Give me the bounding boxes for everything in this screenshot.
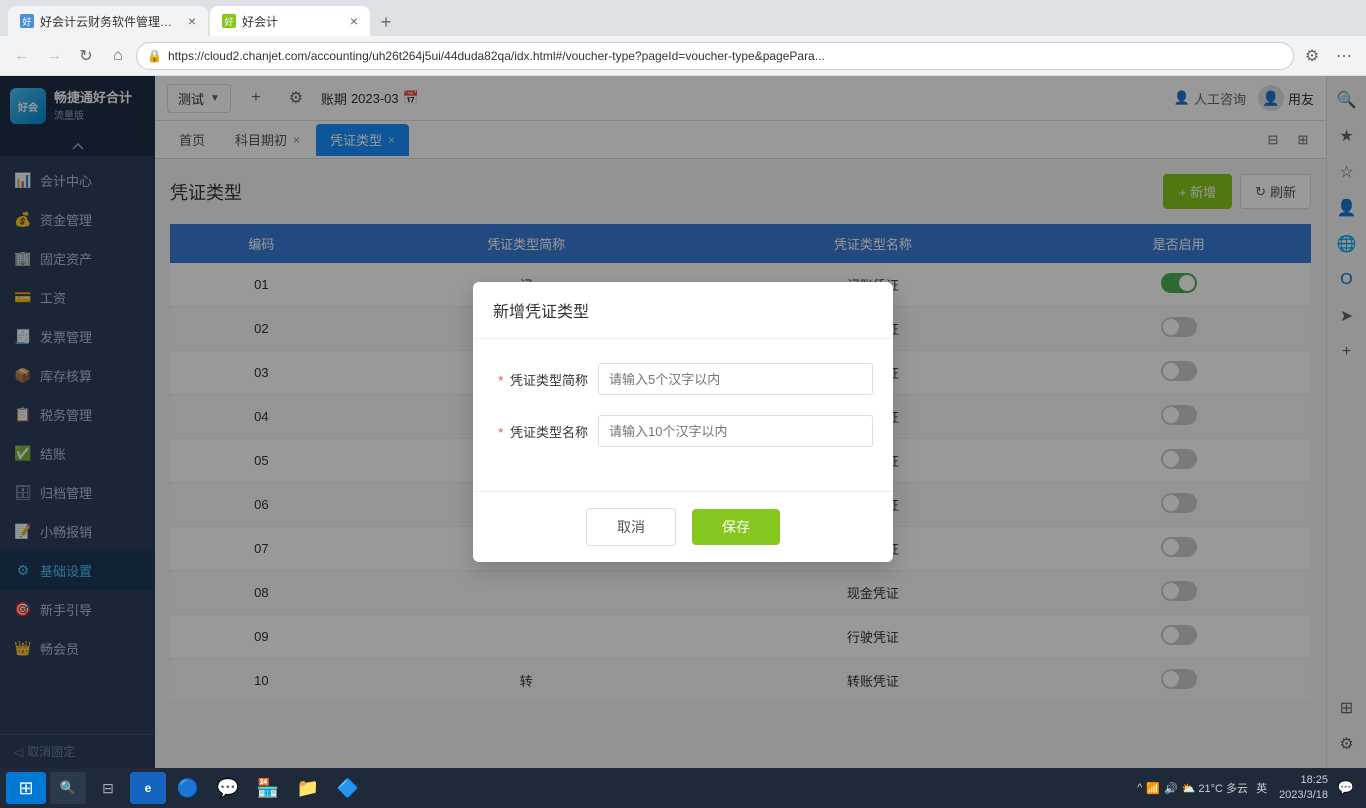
cancel-button[interactable]: 取消 (586, 508, 676, 546)
lock-icon: 🔒 (147, 49, 162, 63)
tab-favicon-1: 好 (20, 14, 34, 28)
tab-close-1[interactable]: × (188, 13, 196, 29)
required-mark-2: * (498, 425, 503, 440)
modal-footer: 取消 保存 (473, 491, 893, 562)
volume-icon: 🔊 (1164, 782, 1178, 795)
weather-info: ⛅ 21°C 多云 (1182, 780, 1248, 796)
tab-close-2[interactable]: × (350, 13, 358, 29)
short-name-label: * 凭证类型简称 (493, 370, 588, 389)
save-button[interactable]: 保存 (692, 509, 780, 545)
taskbar-search-button[interactable]: 🔍 (50, 772, 86, 804)
taskbar-store-app[interactable]: 🏪 (250, 772, 286, 804)
modal-body: * 凭证类型简称 * 凭证类型名称 (473, 339, 893, 491)
add-voucher-modal: 新增凭证类型 * 凭证类型简称 * 凭证类型名称 取消 保存 (473, 282, 893, 562)
home-button[interactable]: ⌂ (104, 42, 132, 70)
full-name-label-text: 凭证类型名称 (510, 425, 588, 440)
short-name-row: * 凭证类型简称 (493, 363, 873, 395)
taskbar-tray: ^ 📶 🔊 ⛅ 21°C 多云 英 (1133, 780, 1275, 796)
required-mark-1: * (498, 373, 503, 388)
menu-button[interactable]: ⋯ (1330, 42, 1358, 70)
tab-title-1: 好会计云财务软件管理系统_会计 (40, 13, 182, 30)
new-tab-button[interactable]: + (372, 8, 400, 36)
back-button[interactable]: ← (8, 42, 36, 70)
forward-button[interactable]: → (40, 42, 68, 70)
taskbar-browser-app[interactable]: e (130, 772, 166, 804)
taskbar-chrome-app[interactable]: 🔵 (170, 772, 206, 804)
short-name-label-text: 凭证类型简称 (510, 373, 588, 388)
start-button[interactable]: ⊞ (6, 772, 46, 804)
url-text: https://cloud2.chanjet.com/accounting/uh… (168, 49, 1283, 63)
clock-time: 18:25 (1279, 773, 1328, 788)
short-name-input[interactable] (598, 363, 873, 395)
taskbar: ⊞ 🔍 ⊟ e 🔵 💬 🏪 📁 🔷 ^ 📶 🔊 ⛅ 21°C 多云 英 18:2… (0, 768, 1366, 808)
browser-chrome: 好 好会计云财务软件管理系统_会计 × 好 好会计 × + ← → ↻ ⌂ 🔒 … (0, 0, 1366, 76)
modal-overlay: 新增凭证类型 * 凭证类型简称 * 凭证类型名称 取消 保存 (0, 76, 1366, 768)
full-name-label: * 凭证类型名称 (493, 422, 588, 441)
modal-title: 新增凭证类型 (473, 282, 893, 339)
taskbar-multiview[interactable]: ⊟ (90, 772, 126, 804)
taskbar-wechat-app[interactable]: 💬 (210, 772, 246, 804)
language-indicator: 英 (1256, 780, 1267, 796)
taskbar-edge-app[interactable]: 🔷 (330, 772, 366, 804)
clock-date: 2023/3/18 (1279, 788, 1328, 803)
taskbar-time: 18:25 2023/3/18 (1279, 773, 1328, 804)
browser-nav: ← → ↻ ⌂ 🔒 https://cloud2.chanjet.com/acc… (0, 36, 1366, 76)
tray-expand-icon[interactable]: ^ (1137, 782, 1142, 794)
address-bar[interactable]: 🔒 https://cloud2.chanjet.com/accounting/… (136, 42, 1294, 70)
full-name-input[interactable] (598, 415, 873, 447)
weather-temp: 21°C 多云 (1198, 780, 1248, 796)
network-icon: 📶 (1146, 782, 1160, 795)
reload-button[interactable]: ↻ (72, 42, 100, 70)
browser-tabs: 好 好会计云财务软件管理系统_会计 × 好 好会计 × + (0, 0, 1366, 36)
tab-title-2: 好会计 (242, 13, 344, 30)
taskbar-folder-app[interactable]: 📁 (290, 772, 326, 804)
notification-button[interactable]: 💬 (1332, 774, 1360, 802)
full-name-row: * 凭证类型名称 (493, 415, 873, 447)
browser-tab-1[interactable]: 好 好会计云财务软件管理系统_会计 × (8, 6, 208, 36)
weather-icon: ⛅ (1182, 782, 1196, 795)
extensions-button[interactable]: ⚙ (1298, 42, 1326, 70)
tab-favicon-2: 好 (222, 14, 236, 28)
browser-tab-2[interactable]: 好 好会计 × (210, 6, 370, 36)
